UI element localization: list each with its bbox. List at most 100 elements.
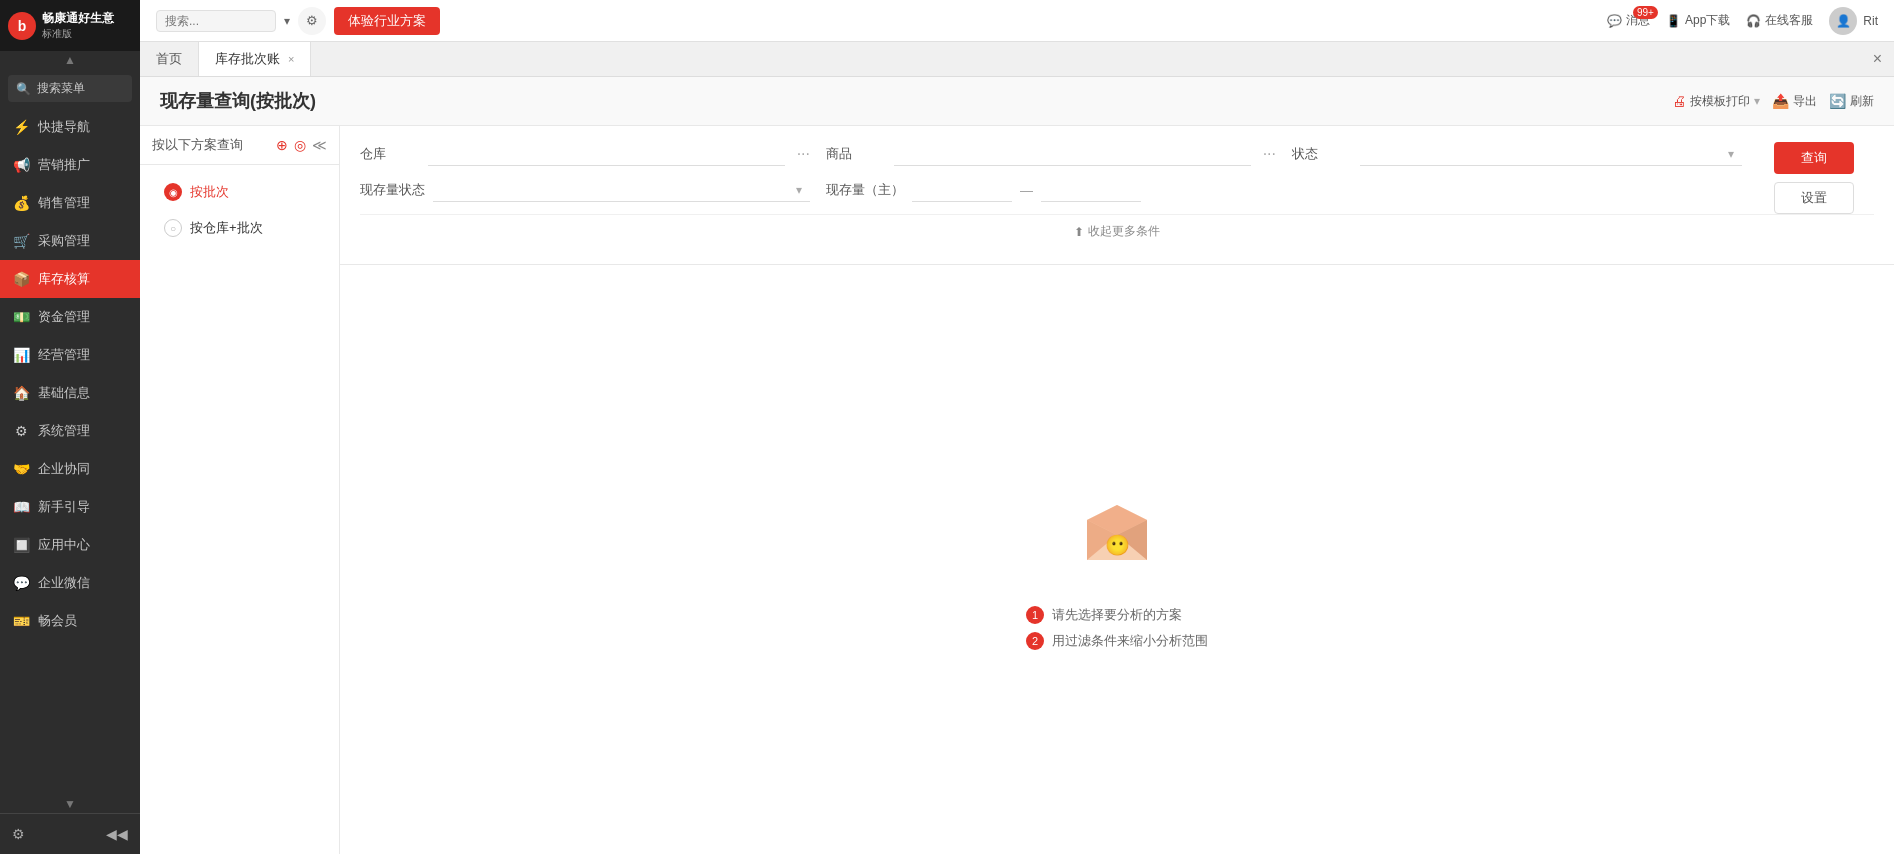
experience-btn[interactable]: 体验行业方案 [334,7,440,35]
warehouse-filter-input[interactable] [428,142,785,166]
product-dots-btn[interactable]: ··· [1263,145,1276,163]
export-btn[interactable]: 📤 导出 [1772,93,1817,110]
product-filter-input[interactable] [894,142,1251,166]
collapse-footer-btn[interactable]: ◀◀ [102,822,132,846]
sidebar-item-guide[interactable]: 📖 新手引导 [0,488,140,526]
status-dropdown-arrow: ▾ [1728,147,1734,161]
print-btn[interactable]: 🖨 按模板打印 ▾ [1672,93,1760,110]
inv-qty-label: 现存量（主） [826,181,904,199]
panel-collapse-icon[interactable]: ≪ [312,137,327,153]
topbar-search-input[interactable] [156,10,276,32]
panel-list: ◉ 按批次 ○ 按仓库+批次 [140,165,339,854]
messages-btn[interactable]: 💬 消息 99+ [1607,12,1650,29]
tab-home-label: 首页 [156,50,182,68]
search-menu-button[interactable]: 🔍 搜索菜单 [8,75,132,102]
print-dropdown-icon: ▾ [1754,94,1760,108]
filter-collapse-btn[interactable]: ⬆ 收起更多条件 [360,214,1874,248]
print-label: 按模板打印 [1690,93,1750,110]
sidebar-item-app-center[interactable]: 🔲 应用中心 [0,526,140,564]
online-service-label: 在线客服 [1765,12,1813,29]
sidebar-item-quick-nav[interactable]: ⚡ 快捷导航 [0,108,140,146]
messages-badge: 99+ [1633,6,1658,19]
by-warehouse-batch-label: 按仓库+批次 [190,219,263,237]
topbar-settings-btn[interactable]: ⚙ [298,7,326,35]
app-edition: 标准版 [42,27,114,41]
online-service-btn[interactable]: 🎧 在线客服 [1746,12,1813,29]
tab-close-icon[interactable]: × [288,53,294,65]
by-batch-label: 按批次 [190,183,229,201]
tip-number-1: 1 [1026,606,1044,624]
add-scheme-icon[interactable]: ⊕ [276,137,288,153]
settings-footer-btn[interactable]: ⚙ [8,822,29,846]
print-icon: 🖨 [1672,93,1686,109]
filter-inventory-status: 现存量状态 ▾ [360,179,810,202]
scroll-up-btn[interactable]: ▲ [0,51,140,69]
page-header: 现存量查询(按批次) 🖨 按模板打印 ▾ 📤 导出 🔄 刷新 [140,77,1894,126]
panel-item-by-warehouse-batch[interactable]: ○ 按仓库+批次 [148,211,331,245]
sidebar-item-member[interactable]: 🎫 畅会员 [0,602,140,640]
left-panel: 按以下方案查询 ⊕ ◎ ≪ ◉ 按批次 [140,126,340,854]
avatar[interactable]: 👤 [1829,7,1857,35]
by-warehouse-batch-icon: ○ [164,219,182,237]
right-panel: 仓库 ··· 商品 ··· 状态 [340,126,1894,854]
topbar-dropdown-btn[interactable]: ▾ [284,14,290,28]
search-menu-item[interactable]: 🔍 搜索菜单 [0,69,140,108]
sidebar-item-cooperation[interactable]: 🤝 企业协同 [0,450,140,488]
sidebar-item-system[interactable]: ⚙ 系统管理 [0,412,140,450]
sales-label: 销售管理 [38,194,90,212]
app-download-btn[interactable]: 📱 App下载 [1666,12,1730,29]
wechat-label: 企业微信 [38,574,90,592]
scroll-down-btn[interactable]: ▼ [0,795,140,813]
phone-icon: 📱 [1666,14,1681,28]
gear-icon: ⚙ [306,13,318,28]
search-menu-label: 搜索菜单 [37,80,85,97]
tab-home[interactable]: 首页 [140,42,199,76]
query-btn[interactable]: 查询 [1774,142,1854,174]
wechat-icon: 💬 [12,574,30,592]
user-area[interactable]: 👤 Rit [1829,7,1878,35]
inv-status-dropdown[interactable]: ▾ [433,179,810,202]
inv-qty-range: — [912,178,1276,202]
tabbar-close-btn[interactable]: × [1861,50,1894,68]
sidebar-item-basic[interactable]: 🏠 基础信息 [0,374,140,412]
sidebar-item-sales[interactable]: 💰 销售管理 [0,184,140,222]
tab-inventory-batch[interactable]: 库存批次账 × [199,42,311,76]
system-label: 系统管理 [38,422,90,440]
empty-tip-2: 2 用过滤条件来缩小分析范围 [1026,632,1208,650]
warehouse-dots-btn[interactable]: ··· [797,145,810,163]
app-center-icon: 🔲 [12,536,30,554]
empty-svg: 😶 [1057,470,1177,590]
page-actions: 🖨 按模板打印 ▾ 📤 导出 🔄 刷新 [1672,93,1874,110]
topbar-right: 💬 消息 99+ 📱 App下载 🎧 在线客服 👤 Rit [1607,7,1878,35]
app-title-group: 畅康通好生意 标准版 [42,10,114,41]
quick-nav-label: 快捷导航 [38,118,90,136]
sidebar-item-finance[interactable]: 💵 资金管理 [0,298,140,336]
tab-inventory-batch-label: 库存批次账 [215,50,280,68]
collapse-up-icon: ⬆ [1074,225,1084,239]
refresh-btn[interactable]: 🔄 刷新 [1829,93,1874,110]
inv-qty-from-input[interactable] [912,178,1012,202]
inv-qty-to-input[interactable] [1041,178,1141,202]
sidebar-item-wechat[interactable]: 💬 企业微信 [0,564,140,602]
sidebar-item-inventory[interactable]: 📦 库存核算 [0,260,140,298]
filter-status: 状态 ▾ [1292,143,1742,166]
sidebar: b 畅康通好生意 标准版 ▲ 🔍 搜索菜单 ⚡ 快捷导航 📢 营销推广 💰 销售… [0,0,140,854]
empty-state: 😶 1 请先选择要分析的方案 2 用过滤条件来缩小分析范围 [340,265,1894,854]
status-filter-dropdown[interactable]: ▾ [1360,143,1742,166]
finance-icon: 💵 [12,308,30,326]
sidebar-item-operations[interactable]: 📊 经营管理 [0,336,140,374]
message-icon: 💬 [1607,14,1622,28]
app-logo: b [8,12,36,40]
filter-product: 商品 ··· [826,142,1276,166]
panel-header: 按以下方案查询 ⊕ ◎ ≪ [140,126,339,165]
tip-number-2: 2 [1026,632,1044,650]
main-area: ▾ ⚙ 体验行业方案 💬 消息 99+ 📱 App下载 🎧 在线客服 👤 [140,0,1894,854]
app-center-label: 应用中心 [38,536,90,554]
panel-item-by-batch[interactable]: ◉ 按批次 [148,175,331,209]
sidebar-item-purchase[interactable]: 🛒 采购管理 [0,222,140,260]
sidebar-item-marketing[interactable]: 📢 营销推广 [0,146,140,184]
scheme-settings-icon[interactable]: ◎ [294,137,306,153]
operations-label: 经营管理 [38,346,90,364]
filter-settings-btn[interactable]: 设置 [1774,182,1854,214]
member-label: 畅会员 [38,612,77,630]
